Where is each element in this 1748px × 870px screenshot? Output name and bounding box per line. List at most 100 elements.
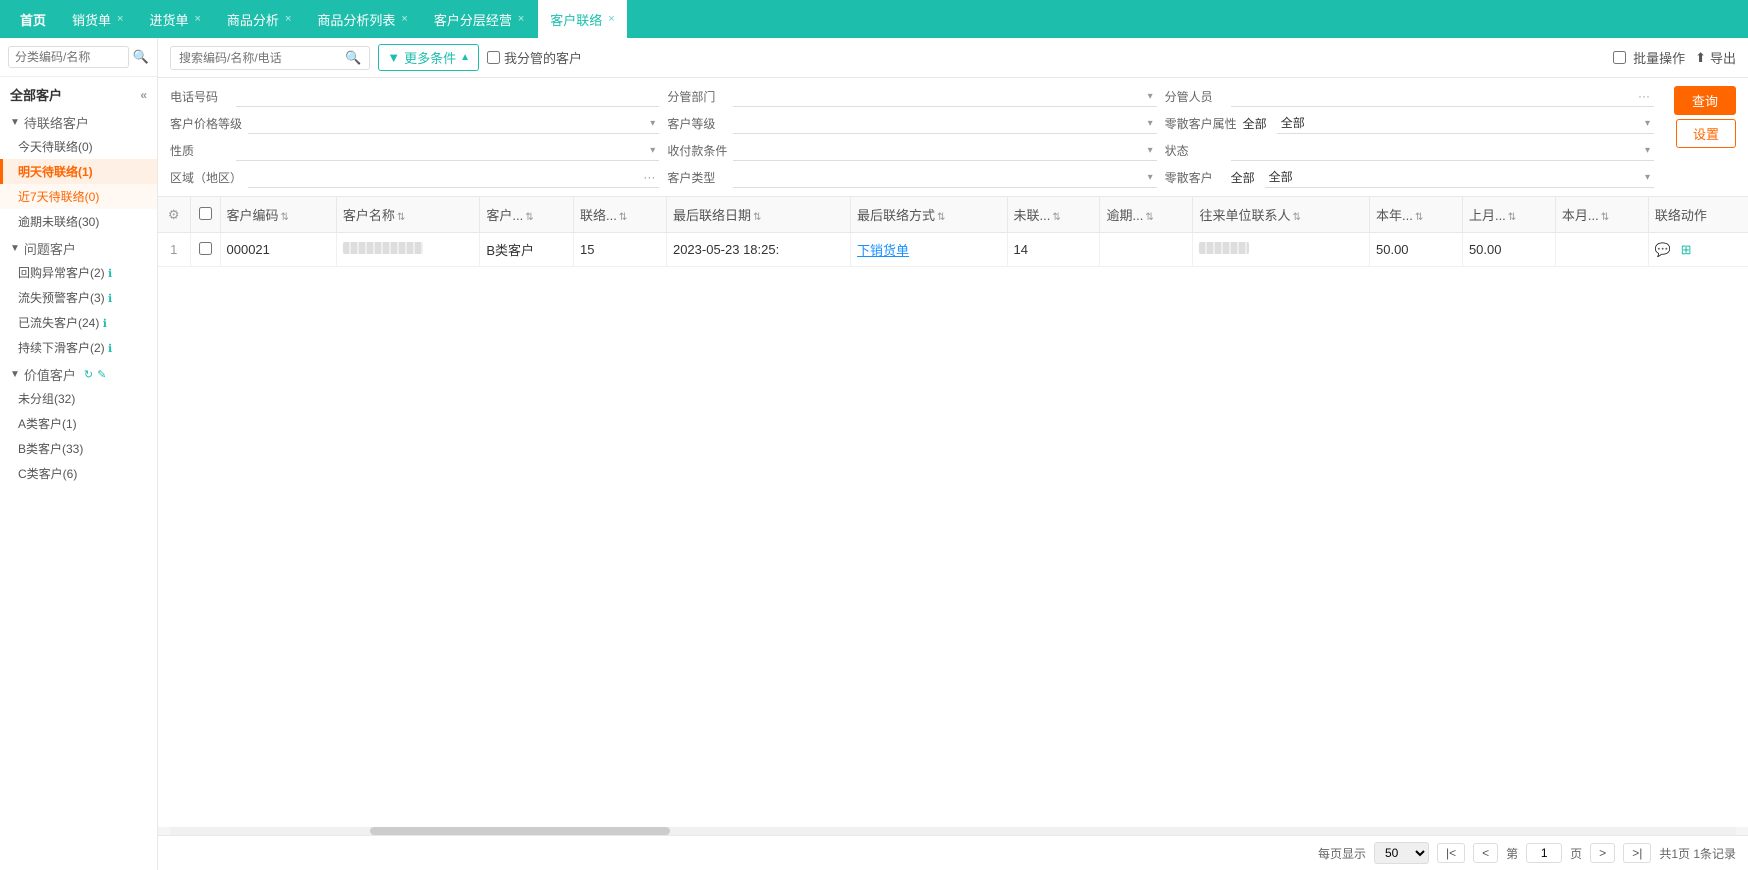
- retail-attr-wrapper: 全部 ▾: [1277, 113, 1654, 134]
- query-button[interactable]: 查询: [1674, 86, 1736, 115]
- col-action: 联络动作: [1648, 197, 1748, 233]
- refresh-icon[interactable]: ↻: [84, 368, 93, 381]
- horizontal-scrollbar[interactable]: [170, 827, 1736, 835]
- row-checkbox[interactable]: [199, 242, 212, 255]
- sidebar-item-class-a[interactable]: A类客户(1): [0, 411, 157, 436]
- manager-dots[interactable]: ···: [1638, 89, 1650, 103]
- price-level-select[interactable]: [248, 113, 659, 133]
- col-type[interactable]: 客户...⇅: [480, 197, 574, 233]
- retail-customer-select[interactable]: 全部: [1265, 167, 1654, 187]
- sidebar-search-icon[interactable]: 🔍: [133, 49, 149, 65]
- nav-tab-customer-contact[interactable]: 客户联络 ×: [538, 0, 626, 38]
- filter-nature: 性质 ▾: [170, 140, 659, 161]
- toolbar: 🔍 ▼ 更多条件 ▲ 我分管的客户 批量操作 ⬆ 导出: [158, 38, 1748, 78]
- filter-actions: 查询 设置: [1662, 86, 1736, 148]
- nav-home[interactable]: 首页: [8, 0, 58, 38]
- sidebar-search-area: 🔍: [0, 38, 157, 77]
- customer-type-select[interactable]: [733, 167, 1156, 187]
- sidebar-item-lost[interactable]: 已流失客户(24) ℹ: [0, 310, 157, 335]
- sidebar-item-ungroup[interactable]: 未分组(32): [0, 386, 157, 411]
- scrollbar-thumb[interactable]: [370, 827, 670, 835]
- col-overdue[interactable]: 逾期...⇅: [1100, 197, 1193, 233]
- data-table: ⚙ 客户编码⇅ 客户名称⇅ 客户...⇅: [158, 197, 1748, 267]
- col-name[interactable]: 客户名称⇅: [336, 197, 480, 233]
- nav-tab-product-analysis[interactable]: 商品分析 ×: [215, 0, 303, 38]
- customer-level-select[interactable]: [733, 113, 1156, 133]
- col-last-month[interactable]: 上月...⇅: [1462, 197, 1555, 233]
- sidebar-item-today[interactable]: 今天待联络(0): [0, 134, 157, 159]
- search-input[interactable]: [179, 51, 339, 65]
- nature-wrapper: ▾: [236, 140, 659, 161]
- batch-op-btn[interactable]: 批量操作: [1613, 48, 1685, 67]
- phone-input[interactable]: [236, 86, 659, 107]
- grid-icon[interactable]: ⊞: [1681, 242, 1692, 257]
- status-wrapper: ▾: [1231, 140, 1654, 161]
- search-icon[interactable]: 🔍: [345, 50, 361, 66]
- col-code[interactable]: 客户编码⇅: [220, 197, 336, 233]
- last-method-link[interactable]: 下销货单: [857, 243, 909, 258]
- comment-icon[interactable]: 💬: [1655, 242, 1671, 257]
- export-btn[interactable]: ⬆ 导出: [1695, 48, 1736, 67]
- sidebar-item-repurchase-abnormal[interactable]: 回购异常客户(2) ℹ: [0, 260, 157, 285]
- col-this-month[interactable]: 本月...⇅: [1555, 197, 1648, 233]
- filter-row-2: 客户价格等级 ▾ 客户等级 ▾: [170, 113, 1654, 134]
- setting-button[interactable]: 设置: [1676, 119, 1736, 148]
- col-uncontacted[interactable]: 未联...⇅: [1007, 197, 1100, 233]
- collapse-icon[interactable]: «: [140, 88, 147, 102]
- all-customers-label: 全部客户: [10, 85, 62, 104]
- col-gear[interactable]: ⚙: [158, 197, 190, 233]
- col-contact-count[interactable]: 联络...⇅: [574, 197, 667, 233]
- sidebar-group-pending[interactable]: ▼ 待联络客户: [0, 108, 157, 134]
- content-area: 🔍 ▼ 更多条件 ▲ 我分管的客户 批量操作 ⬆ 导出: [158, 38, 1748, 870]
- close-icon[interactable]: ×: [285, 13, 291, 25]
- nav-tab-purchase[interactable]: 进货单 ×: [137, 0, 212, 38]
- close-icon[interactable]: ×: [194, 13, 200, 25]
- sidebar-item-class-b[interactable]: B类客户(33): [0, 436, 157, 461]
- my-customer-checkbox[interactable]: [487, 51, 500, 64]
- arrow-icon: ▼: [10, 117, 20, 128]
- batch-checkbox[interactable]: [1613, 51, 1626, 64]
- first-page-btn[interactable]: |<: [1437, 843, 1465, 863]
- next-page-btn[interactable]: >: [1590, 843, 1615, 863]
- col-last-contact-method[interactable]: 最后联络方式⇅: [851, 197, 1008, 233]
- nav-tab-sales[interactable]: 销货单 ×: [60, 0, 135, 38]
- sidebar-item-tomorrow[interactable]: 明天待联络(1): [0, 159, 157, 184]
- gear-icon[interactable]: ⚙: [168, 207, 180, 222]
- prev-page-btn[interactable]: <: [1473, 843, 1498, 863]
- select-all-checkbox[interactable]: [199, 207, 212, 220]
- sidebar-search-input[interactable]: [8, 46, 129, 68]
- filter-more-btn[interactable]: ▼ 更多条件 ▲: [378, 44, 479, 71]
- last-page-btn[interactable]: >|: [1623, 843, 1651, 863]
- sidebar-item-class-c[interactable]: C类客户(6): [0, 461, 157, 486]
- sidebar-group-problem[interactable]: ▼ 问题客户: [0, 234, 157, 260]
- close-icon[interactable]: ×: [518, 13, 524, 25]
- close-icon[interactable]: ×: [117, 13, 123, 25]
- sort-icon: ⇅: [281, 212, 289, 223]
- nav-tab-customer-tier[interactable]: 客户分层经营 ×: [422, 0, 536, 38]
- payment-wrapper: ▾: [733, 140, 1156, 161]
- sidebar-group-value[interactable]: ▼ 价值客户 ↻ ✎: [0, 360, 157, 386]
- sidebar-item-week[interactable]: 近7天待联络(0): [0, 184, 157, 209]
- edit-icon[interactable]: ✎: [97, 368, 106, 381]
- sidebar-item-overdue[interactable]: 逾期未联络(30): [0, 209, 157, 234]
- close-icon[interactable]: ×: [401, 13, 407, 25]
- dept-select-wrapper: ▾: [733, 86, 1156, 107]
- all-customers-header[interactable]: 全部客户 «: [0, 77, 157, 108]
- status-select[interactable]: [1231, 140, 1654, 160]
- sidebar-item-declining[interactable]: 持续下滑客户(2) ℹ: [0, 335, 157, 360]
- col-last-contact-date[interactable]: 最后联络日期⇅: [666, 197, 850, 233]
- col-this-year[interactable]: 本年...⇅: [1370, 197, 1463, 233]
- close-icon[interactable]: ×: [608, 13, 614, 25]
- sort-icon: ⇅: [753, 212, 761, 223]
- price-level-wrapper: ▾: [248, 113, 659, 134]
- region-dots[interactable]: ···: [643, 170, 655, 184]
- retail-attr-select[interactable]: 全部: [1277, 113, 1654, 133]
- per-page-select[interactable]: 50 10 20 100: [1374, 842, 1429, 864]
- sidebar-item-lost-warning[interactable]: 流失预警客户(3) ℹ: [0, 285, 157, 310]
- nav-tab-product-list[interactable]: 商品分析列表 ×: [305, 0, 419, 38]
- nature-select[interactable]: [236, 140, 659, 160]
- payment-select[interactable]: [733, 140, 1156, 160]
- dept-select[interactable]: [733, 86, 1156, 106]
- page-input[interactable]: [1526, 843, 1562, 863]
- col-associated[interactable]: 往来单位联系人⇅: [1193, 197, 1370, 233]
